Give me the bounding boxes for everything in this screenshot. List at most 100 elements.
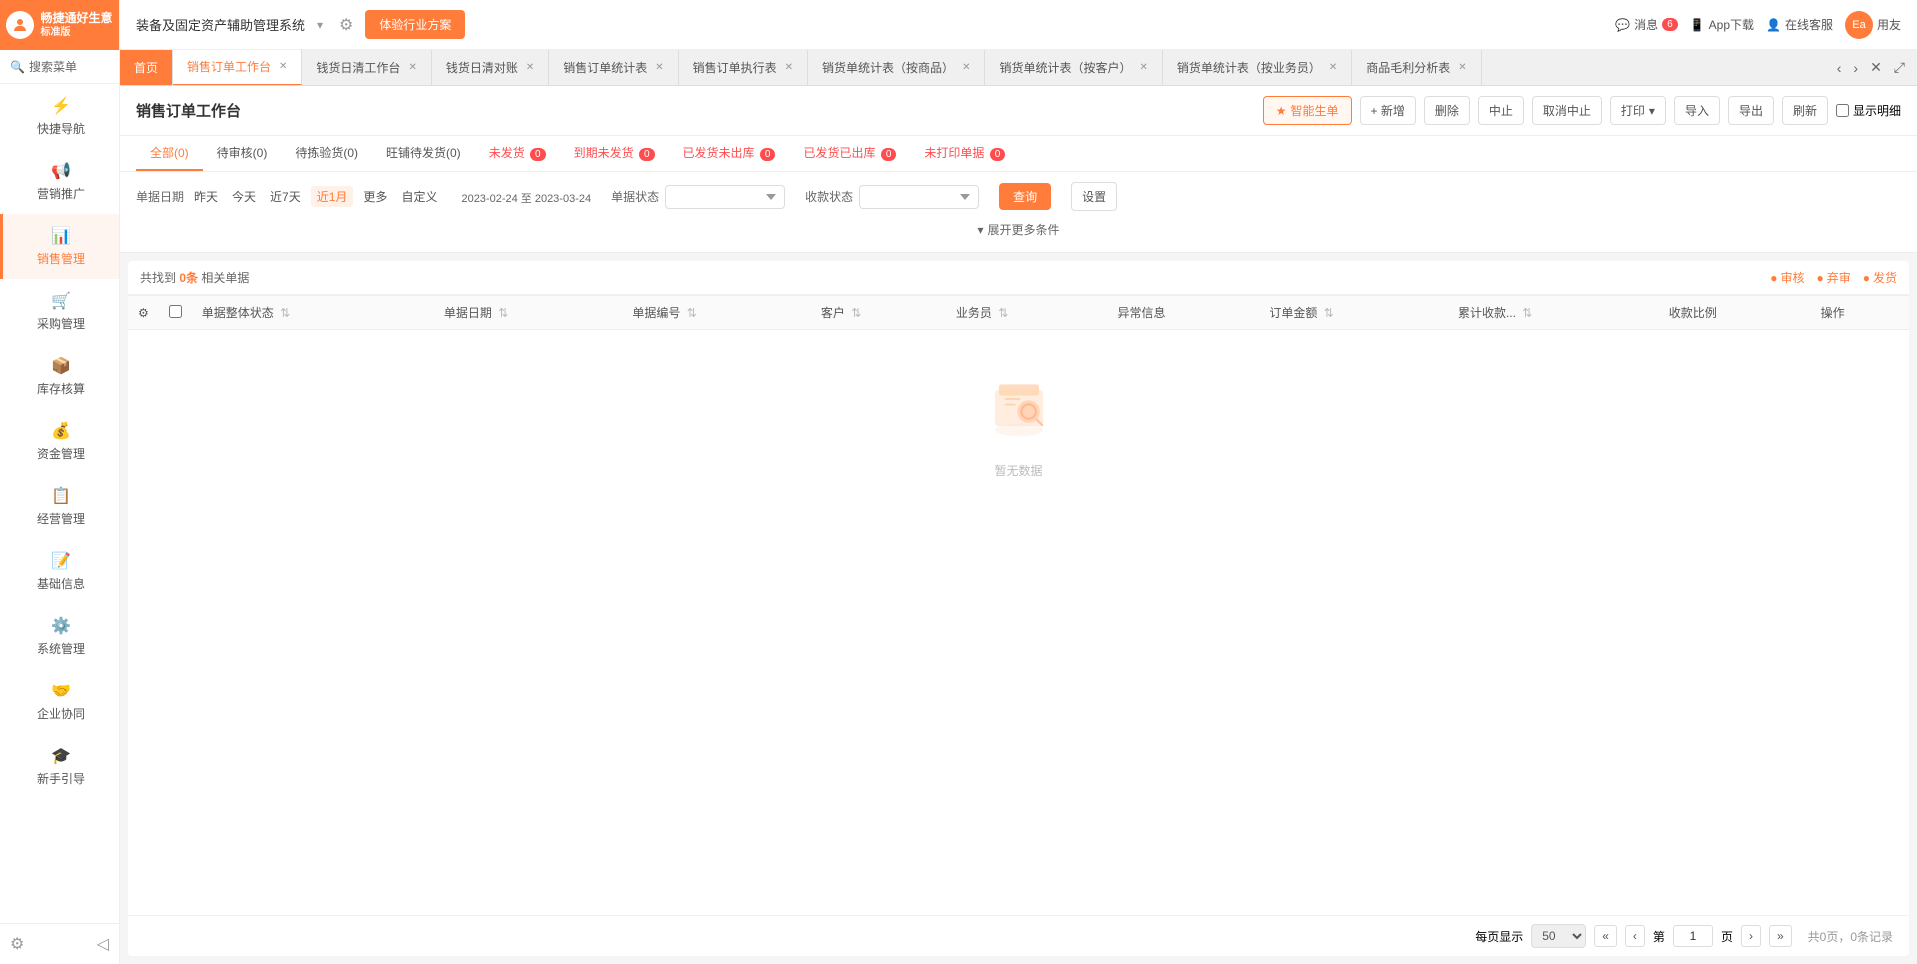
column-settings-icon[interactable]: ⚙ [138,306,149,320]
sidebar-item-finance[interactable]: 💰 资金管理 [0,409,119,474]
sidebar-item-purchase[interactable]: 🛒 采购管理 [0,279,119,344]
select-all-checkbox[interactable] [169,305,182,318]
payment-select[interactable] [859,185,979,209]
tab-product-margin-label: 商品毛利分析表 [1366,59,1450,76]
tab-close-icon6[interactable]: ✕ [962,62,970,73]
sidebar-item-sales[interactable]: 📊 销售管理 [0,214,119,279]
last-page-btn[interactable]: » [1769,925,1792,947]
tab-close-all-btn[interactable]: ✕ [1866,57,1886,78]
sort-status-icon[interactable]: ⇅ [280,306,290,320]
cancel-review-action-btn[interactable]: ● 弃审 [1816,269,1850,286]
settings-icon[interactable]: ⚙ [339,15,353,35]
tab-sales-stats-staff[interactable]: 销货单统计表（按业务员） ✕ [1163,50,1352,86]
tab-prev-btn[interactable]: ‹ [1833,58,1846,78]
export-btn[interactable]: 导出 [1728,96,1774,125]
sub-tab-shipped-not-out[interactable]: 已发货未出库 0 [669,136,790,171]
system-title: 装备及固定资产辅助管理系统 [136,15,305,34]
sort-staff-icon[interactable]: ⇅ [998,306,1008,320]
stop-btn[interactable]: 中止 [1478,96,1524,125]
review-label: 审核 [1780,269,1804,286]
prev-page-btn[interactable]: ‹ [1625,925,1645,947]
industry-btn[interactable]: 体验行业方案 [365,10,465,39]
sidebar-item-quick-nav[interactable]: ⚡ 快捷导航 [0,84,119,149]
date-opt-1month[interactable]: 近1月 [311,186,354,207]
sort-date-icon[interactable]: ⇅ [498,306,508,320]
cancel-stop-btn[interactable]: 取消中止 [1532,96,1602,125]
message-btn[interactable]: 💬 消息 6 [1615,16,1678,33]
review-action-btn[interactable]: ● 审核 [1770,269,1804,286]
print-btn[interactable]: 打印 ▾ [1610,96,1666,125]
search-btn[interactable]: 查询 [999,183,1051,210]
sidebar-item-search[interactable]: 🔍 搜索菜单 [0,50,119,84]
online-service-btn[interactable]: 👤 在线客服 [1766,16,1833,33]
sort-customer-icon[interactable]: ⇅ [851,306,861,320]
tab-close-icon7[interactable]: ✕ [1139,62,1147,73]
user-btn[interactable]: Ea 用友 [1845,11,1901,39]
tab-sales-order-stats[interactable]: 销售订单统计表 ✕ [549,50,678,86]
expand-more-btn[interactable]: ▾ 展开更多条件 [136,217,1901,242]
tab-close-icon3[interactable]: ✕ [526,62,534,73]
tab-sales-stats-customer[interactable]: 销货单统计表（按客户） ✕ [985,50,1162,86]
tab-sales-order-workbench[interactable]: 销售订单工作台 ✕ [173,50,302,86]
tab-cash-daily[interactable]: 钱货日清工作台 ✕ [302,50,431,86]
tab-close-icon9[interactable]: ✕ [1458,62,1466,73]
settings-bottom-icon[interactable]: ⚙ [10,934,24,954]
import-btn[interactable]: 导入 [1674,96,1720,125]
filter-settings-btn[interactable]: 设置 [1071,182,1117,211]
tab-product-margin[interactable]: 商品毛利分析表 ✕ [1352,50,1481,86]
sub-tab-not-printed[interactable]: 未打印单据 0 [910,136,1019,171]
tab-close-icon8[interactable]: ✕ [1329,62,1337,73]
date-opt-7days[interactable]: 近7天 [266,186,305,207]
sort-collected-icon[interactable]: ⇅ [1522,306,1532,320]
tab-nav-buttons: ‹ › ✕ ⤢ [1825,57,1917,78]
page-actions: ★ 智能生单 + 新增 删除 中止 取消中止 打印 ▾ 导入 导出 刷新 显示明… [1263,96,1901,125]
sub-tab-pending-inspect[interactable]: 待拣验货(0) [281,136,372,171]
tab-sales-order-exec[interactable]: 销售订单执行表 ✕ [679,50,808,86]
sidebar-item-corp-collab[interactable]: 🤝 企业协同 [0,669,119,734]
sort-amount-icon[interactable]: ⇅ [1324,306,1334,320]
date-opt-yesterday[interactable]: 昨天 [190,186,222,207]
sidebar-item-inventory[interactable]: 📦 库存核算 [0,344,119,409]
sub-tab-not-shipped[interactable]: 未发货 0 [475,136,560,171]
date-opt-more[interactable]: 更多 [359,186,391,207]
sidebar-item-marketing[interactable]: 📢 营销推广 [0,149,119,214]
sidebar-quicknav-label: 快捷导航 [37,120,85,137]
tab-cash-reconcile[interactable]: 钱货日清对账 ✕ [432,50,549,86]
tab-sales-stats-product[interactable]: 销货单统计表（按商品） ✕ [808,50,985,86]
sub-tab-all[interactable]: 全部(0) [136,136,203,171]
date-opt-custom[interactable]: 自定义 [397,186,441,207]
sub-tab-overdue[interactable]: 到期未发货 0 [560,136,669,171]
tab-home[interactable]: 首页 [120,50,173,86]
date-opt-today[interactable]: 今天 [228,186,260,207]
sub-tab-pending-review[interactable]: 待审核(0) [203,136,282,171]
show-detail-checkbox-label[interactable]: 显示明细 [1836,102,1901,119]
tab-maximize-btn[interactable]: ⤢ [1890,57,1909,78]
sort-number-icon[interactable]: ⇅ [687,306,697,320]
status-select[interactable] [665,185,785,209]
tab-close-icon[interactable]: ✕ [279,61,287,72]
app-download-btn[interactable]: 📱 App下载 [1690,16,1754,33]
sidebar-item-base-info[interactable]: 📝 基础信息 [0,539,119,604]
add-btn[interactable]: + 新增 [1360,96,1416,125]
sub-tab-shipped-out[interactable]: 已发货已出库 0 [789,136,910,171]
sidebar-item-system[interactable]: ⚙️ 系统管理 [0,604,119,669]
page-input[interactable] [1673,925,1713,947]
show-detail-checkbox[interactable] [1836,104,1849,117]
collapse-sidebar-icon[interactable]: ◁ [97,934,109,954]
tab-next-btn[interactable]: › [1849,58,1862,78]
main-area: 装备及固定资产辅助管理系统 ▾ ⚙ 体验行业方案 💬 消息 6 📱 App下载 … [120,0,1917,964]
smart-order-btn[interactable]: ★ 智能生单 [1263,96,1352,125]
page-size-select[interactable]: 50 20 100 [1531,924,1586,948]
tab-close-icon5[interactable]: ✕ [785,62,793,73]
sidebar-item-operations[interactable]: 📋 经营管理 [0,474,119,539]
first-page-btn[interactable]: « [1594,925,1617,947]
ship-action-btn[interactable]: ● 发货 [1863,269,1897,286]
tab-close-icon2[interactable]: ✕ [408,62,416,73]
dropdown-arrow-icon[interactable]: ▾ [317,18,323,32]
next-page-btn[interactable]: › [1741,925,1761,947]
sidebar-item-new-user[interactable]: 🎓 新手引导 [0,734,119,799]
refresh-btn[interactable]: 刷新 [1782,96,1828,125]
sub-tab-wangpu[interactable]: 旺铺待发货(0) [372,136,475,171]
tab-close-icon4[interactable]: ✕ [655,62,663,73]
delete-btn[interactable]: 删除 [1424,96,1470,125]
